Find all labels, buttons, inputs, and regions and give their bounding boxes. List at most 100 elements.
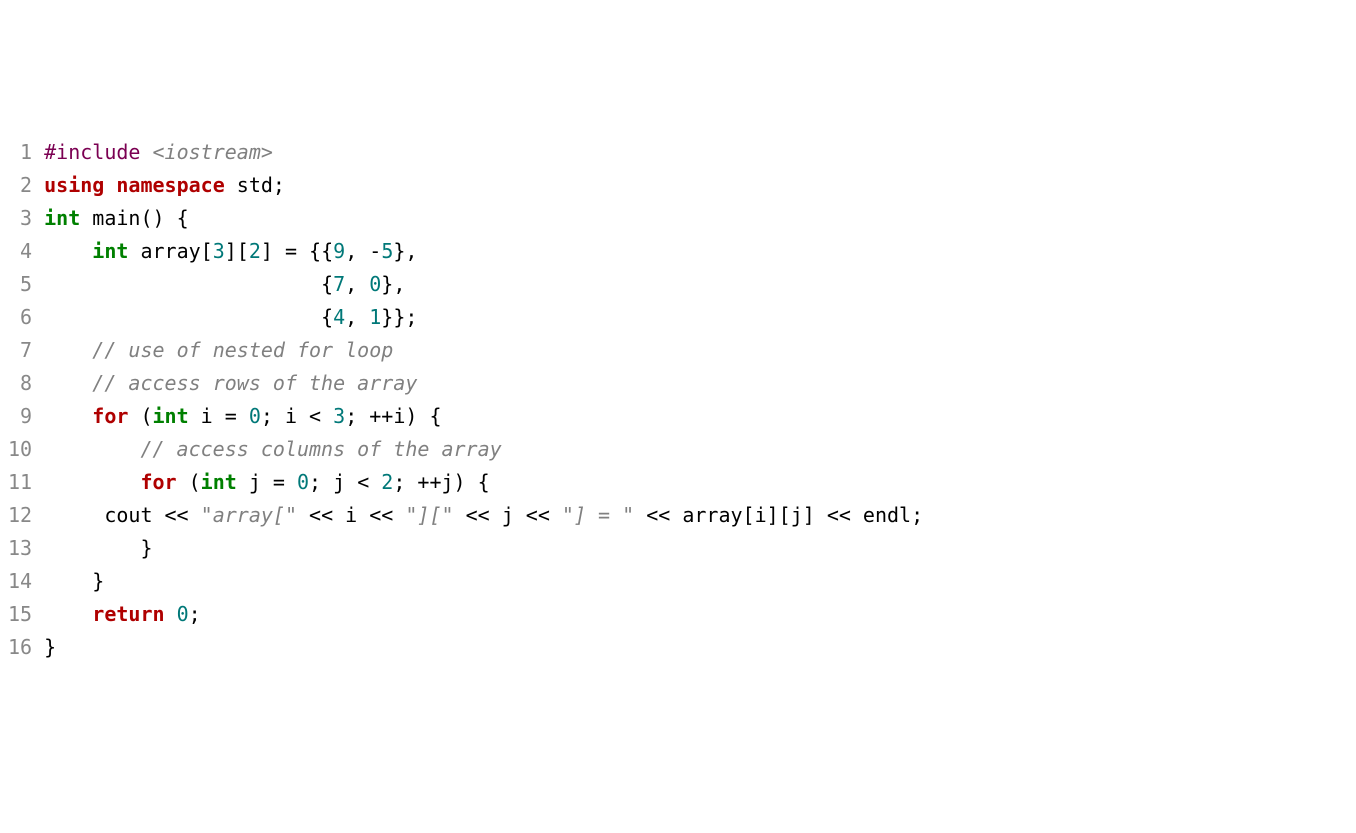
code-line: 3 int main() { bbox=[8, 202, 1348, 235]
line-number: 13 bbox=[8, 532, 32, 565]
code-token: "array[" bbox=[201, 503, 297, 527]
line-number: 5 bbox=[8, 268, 32, 301]
code-content: } bbox=[44, 565, 1348, 598]
code-token: 1 bbox=[369, 305, 381, 329]
code-token: std; bbox=[225, 173, 285, 197]
code-token: ; ++i) { bbox=[345, 404, 441, 428]
code-token: << j << bbox=[454, 503, 562, 527]
code-token: }, bbox=[381, 272, 405, 296]
code-line: 13 } bbox=[8, 532, 1348, 565]
code-token: }, bbox=[393, 239, 417, 263]
code-token: "][" bbox=[405, 503, 453, 527]
code-token: } bbox=[44, 635, 56, 659]
code-content: int array[3][2] = {{9, -5}, bbox=[44, 235, 1348, 268]
code-token bbox=[44, 437, 140, 461]
code-content: int main() { bbox=[44, 202, 1348, 235]
code-token: cout << bbox=[44, 503, 201, 527]
code-token: << i << bbox=[297, 503, 405, 527]
code-line: 15 return 0; bbox=[8, 598, 1348, 631]
code-line: 5 {7, 0}, bbox=[8, 268, 1348, 301]
code-token: 7 bbox=[333, 272, 345, 296]
line-number: 8 bbox=[8, 367, 32, 400]
code-token: int bbox=[201, 470, 237, 494]
code-content: } bbox=[44, 532, 1348, 565]
line-number: 12 bbox=[8, 499, 32, 532]
code-line: 1 #include <iostream> bbox=[8, 136, 1348, 169]
line-number: 7 bbox=[8, 334, 32, 367]
code-content: {7, 0}, bbox=[44, 268, 1348, 301]
code-token: // use of nested for loop bbox=[92, 338, 393, 362]
code-token: ; ++j) { bbox=[393, 470, 489, 494]
code-content: {4, 1}}; bbox=[44, 301, 1348, 334]
code-token: , bbox=[345, 305, 369, 329]
code-token: <iostream> bbox=[152, 140, 272, 164]
code-token: array[ bbox=[128, 239, 212, 263]
code-token: { bbox=[44, 272, 333, 296]
code-token: { bbox=[44, 305, 333, 329]
code-token: << array[i][j] << endl; bbox=[634, 503, 923, 527]
code-token: 5 bbox=[381, 239, 393, 263]
code-token: // access columns of the array bbox=[140, 437, 501, 461]
code-content: // use of nested for loop bbox=[44, 334, 1348, 367]
line-number: 1 bbox=[8, 136, 32, 169]
code-token bbox=[44, 404, 92, 428]
code-token: , bbox=[345, 272, 369, 296]
code-token: namespace bbox=[116, 173, 224, 197]
code-content: cout << "array[" << i << "][" << j << "]… bbox=[44, 499, 1348, 532]
code-token: } bbox=[44, 569, 104, 593]
code-token: ( bbox=[128, 404, 152, 428]
code-token: // access rows of the array bbox=[92, 371, 417, 395]
code-token bbox=[104, 173, 116, 197]
code-token: int bbox=[153, 404, 189, 428]
code-line: 10 // access columns of the array bbox=[8, 433, 1348, 466]
line-number: 10 bbox=[8, 433, 32, 466]
code-line: 8 // access rows of the array bbox=[8, 367, 1348, 400]
code-token: for bbox=[92, 404, 128, 428]
code-content: // access columns of the array bbox=[44, 433, 1348, 466]
code-token: 4 bbox=[333, 305, 345, 329]
line-number: 6 bbox=[8, 301, 32, 334]
code-token: int bbox=[92, 239, 128, 263]
code-line: 9 for (int i = 0; i < 3; ++i) { bbox=[8, 400, 1348, 433]
line-number: 4 bbox=[8, 235, 32, 268]
code-token: i = bbox=[189, 404, 249, 428]
code-line: 16} bbox=[8, 631, 1348, 664]
code-line: 12 cout << "array[" << i << "][" << j <<… bbox=[8, 499, 1348, 532]
code-token: 2 bbox=[249, 239, 261, 263]
code-token: for bbox=[140, 470, 176, 494]
code-token: ] = {{ bbox=[261, 239, 333, 263]
code-content: // access rows of the array bbox=[44, 367, 1348, 400]
code-content: for (int i = 0; i < 3; ++i) { bbox=[44, 400, 1348, 433]
line-number: 2 bbox=[8, 169, 32, 202]
code-token: 9 bbox=[333, 239, 345, 263]
code-token bbox=[44, 338, 92, 362]
code-token: ; j < bbox=[309, 470, 381, 494]
code-token: ; bbox=[189, 602, 201, 626]
code-token: 0 bbox=[369, 272, 381, 296]
code-token: }}; bbox=[381, 305, 417, 329]
code-token: ; i < bbox=[261, 404, 333, 428]
line-number: 14 bbox=[8, 565, 32, 598]
code-content: } bbox=[44, 631, 1348, 664]
code-editor: 1 #include <iostream> 2 using namespace std… bbox=[8, 136, 1348, 664]
code-line: 2 using namespace std; bbox=[8, 169, 1348, 202]
code-token: 2 bbox=[381, 470, 393, 494]
code-token: ( bbox=[177, 470, 201, 494]
code-content: using namespace std; bbox=[44, 169, 1348, 202]
code-token: 0 bbox=[297, 470, 309, 494]
line-number: 16 bbox=[8, 631, 32, 664]
code-token: 0 bbox=[177, 602, 189, 626]
code-content: return 0; bbox=[44, 598, 1348, 631]
code-token: } bbox=[44, 536, 152, 560]
code-content: #include <iostream> bbox=[44, 136, 1348, 169]
code-line: 14 } bbox=[8, 565, 1348, 598]
code-token bbox=[44, 470, 140, 494]
code-token: , - bbox=[345, 239, 381, 263]
code-token: 3 bbox=[333, 404, 345, 428]
code-token: j = bbox=[237, 470, 297, 494]
code-line: 7 // use of nested for loop bbox=[8, 334, 1348, 367]
line-number: 3 bbox=[8, 202, 32, 235]
code-token: 3 bbox=[213, 239, 225, 263]
line-number: 9 bbox=[8, 400, 32, 433]
code-token bbox=[165, 602, 177, 626]
